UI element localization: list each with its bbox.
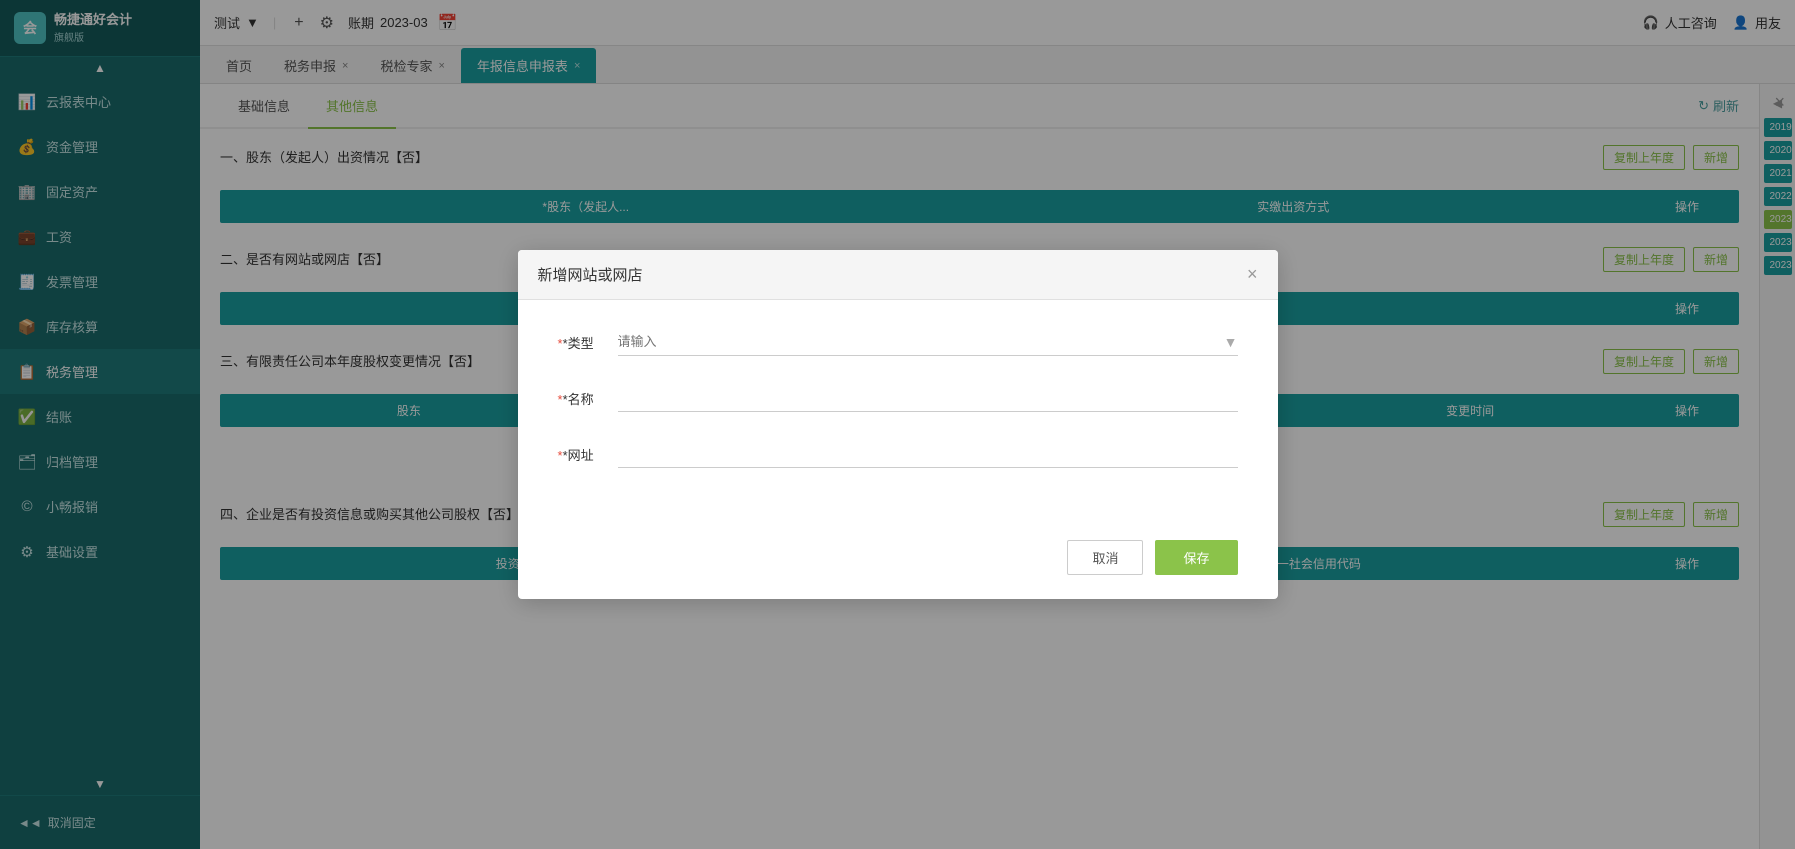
form-label-name: **名称: [558, 389, 618, 408]
url-input[interactable]: [618, 440, 1238, 468]
form-control-name: [618, 384, 1238, 412]
form-label-url: **网址: [558, 445, 618, 464]
name-input[interactable]: [618, 384, 1238, 412]
modal-footer: 取消 保存: [518, 524, 1278, 599]
modal-body: **类型 ▼ **名称 **网址: [518, 300, 1278, 524]
form-control-url: [618, 440, 1238, 468]
form-row-name: **名称: [558, 384, 1238, 412]
save-btn[interactable]: 保存: [1155, 540, 1237, 575]
cancel-btn[interactable]: 取消: [1067, 540, 1143, 575]
form-row-type: **类型 ▼: [558, 328, 1238, 356]
modal-close-btn[interactable]: ×: [1247, 264, 1258, 285]
modal-title: 新增网站或网店: [538, 264, 643, 285]
form-control-type: ▼: [618, 328, 1238, 356]
form-label-type: **类型: [558, 333, 618, 352]
type-input[interactable]: [618, 328, 1238, 356]
modal-overlay[interactable]: 新增网站或网店 × **类型 ▼ **名称: [0, 0, 1795, 849]
modal-header: 新增网站或网店 ×: [518, 250, 1278, 300]
modal-add-website: 新增网站或网店 × **类型 ▼ **名称: [518, 250, 1278, 599]
form-row-url: **网址: [558, 440, 1238, 468]
